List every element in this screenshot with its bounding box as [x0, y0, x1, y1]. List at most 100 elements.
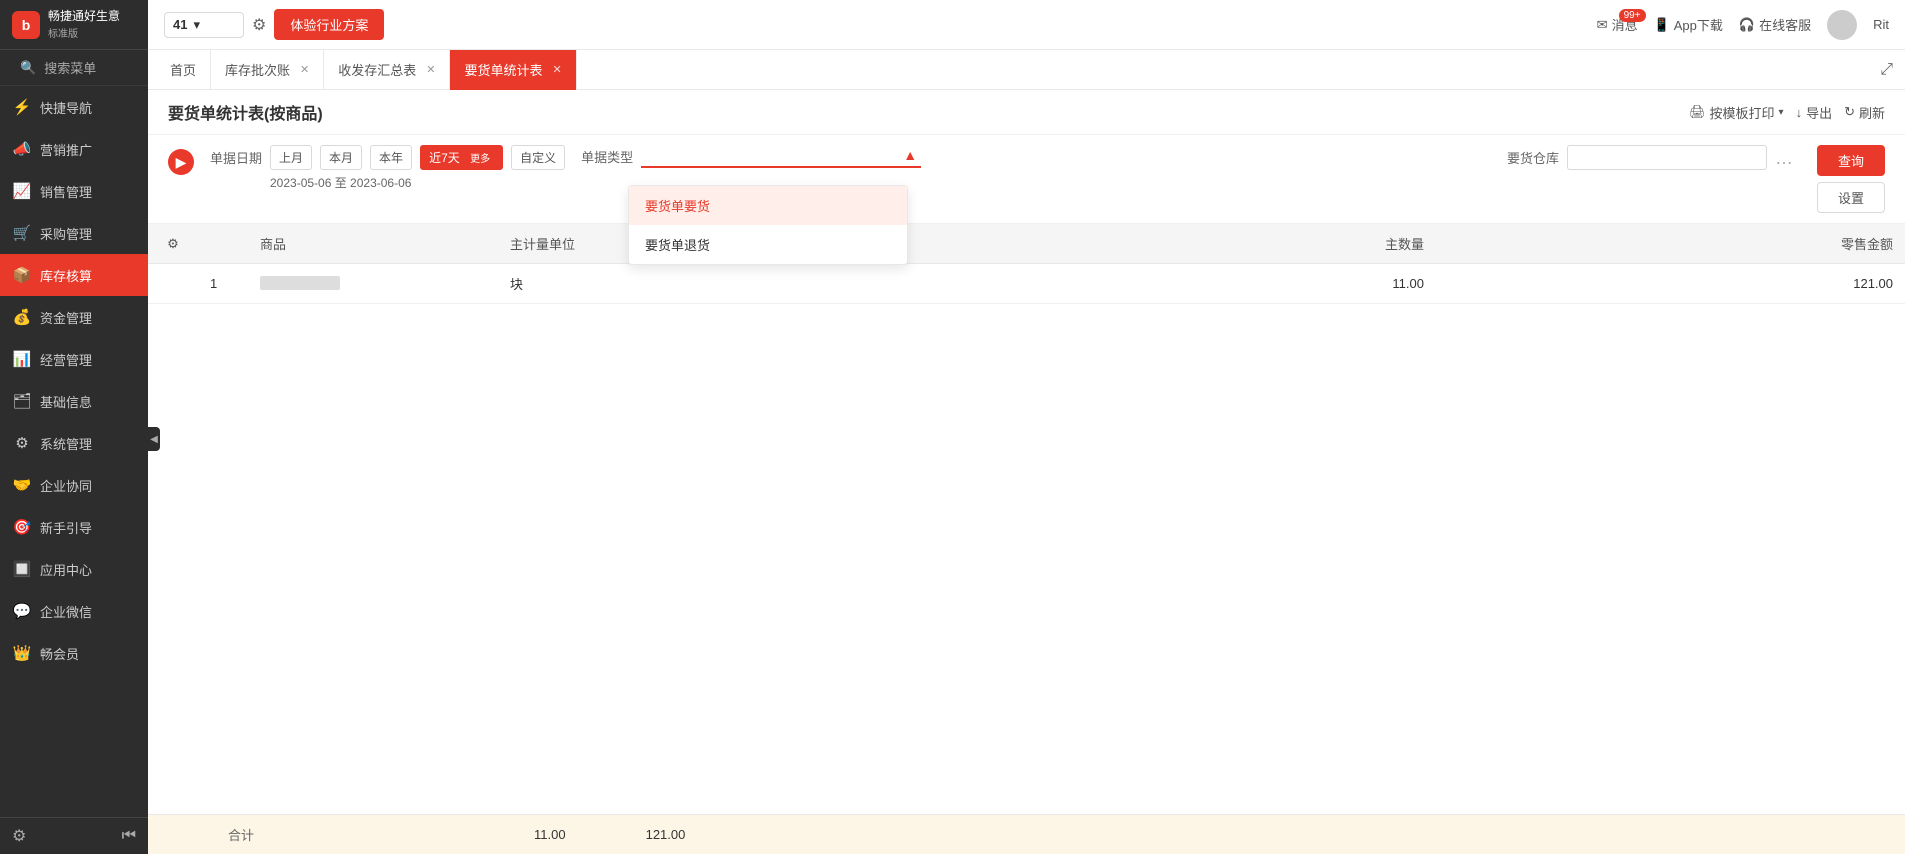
cell-unit: 块	[498, 264, 1047, 304]
sidebar-item-sales[interactable]: 📈 销售管理	[0, 170, 148, 212]
industry-plan-button[interactable]: 体验行业方案	[274, 9, 384, 40]
company-selector[interactable]: 41 ▾	[164, 12, 244, 38]
footer-label: 合计	[228, 825, 254, 844]
doc-type-filter-row: 单据类型 ▲	[581, 145, 921, 168]
sidebar-item-label: 经营管理	[40, 350, 92, 369]
tab-order-summary[interactable]: 要货单统计表 ✕	[450, 50, 576, 90]
date-custom-btn[interactable]: 自定义	[511, 145, 565, 170]
doc-type-filter-group: 单据类型 ▲	[581, 145, 921, 168]
sidebar-item-guide[interactable]: 🎯 新手引导	[0, 506, 148, 548]
date-last-7days-btn[interactable]: 近7天 更多	[420, 145, 503, 170]
more-badge: 更多	[466, 153, 494, 166]
settings-gear-icon[interactable]: ⚙	[12, 826, 26, 846]
date-range-row: 2023-05-06 至 2023-06-06	[210, 174, 565, 191]
sidebar-item-operations[interactable]: 📊 经营管理	[0, 338, 148, 380]
sidebar-item-label: 系统管理	[40, 434, 92, 453]
cell-product	[248, 264, 498, 304]
sidebar-item-quick-nav[interactable]: ⚡ 快捷导航	[0, 86, 148, 128]
date-filter-row: 单据日期 上月 本月 本年 近7天 更多 自定义	[210, 145, 565, 170]
refresh-button[interactable]: ↻ 刷新	[1844, 103, 1885, 122]
sidebar-item-enterprise[interactable]: 🤝 企业协同	[0, 464, 148, 506]
col-quantity: 主数量	[1047, 224, 1436, 264]
warehouse-input[interactable]	[1567, 145, 1767, 170]
search-menu-label: 搜索菜单	[44, 58, 96, 77]
topbar-right: ✉ 消息 99+ 📱 App下载 🎧 在线客服 Rit	[1597, 10, 1889, 40]
sidebar-item-marketing[interactable]: 📣 营销推广	[0, 128, 148, 170]
print-icon: 🖨	[1689, 104, 1706, 120]
chevron-down-icon: ▾	[193, 17, 200, 33]
sidebar-item-finance[interactable]: 💰 资金管理	[0, 296, 148, 338]
user-avatar[interactable]	[1827, 10, 1857, 40]
logo-icon: b	[12, 11, 40, 39]
app-download-label: App下载	[1674, 15, 1723, 34]
tab-receive-summary-close[interactable]: ✕	[426, 63, 435, 76]
tab-inventory-batch[interactable]: 库存批次账 ✕	[211, 50, 324, 90]
operations-icon: 📊	[12, 349, 32, 369]
tab-receive-summary[interactable]: 收发存汇总表 ✕	[324, 50, 450, 90]
inventory-icon: 📦	[12, 265, 32, 285]
warehouse-label: 要货仓库	[1507, 148, 1559, 167]
warehouse-filter-group: 要货仓库 …	[1507, 145, 1793, 170]
message-button[interactable]: ✉ 消息 99+	[1597, 15, 1638, 34]
topbar-left: 41 ▾ ⚙ 体验行业方案	[164, 9, 1585, 40]
app-version: 标准版	[48, 25, 120, 40]
export-icon: ↓	[1796, 105, 1803, 120]
table-header-row: ⚙ 商品 主计量单位 主数量 零售金额	[148, 224, 1905, 264]
query-button[interactable]: 查询	[1817, 145, 1885, 176]
filter-buttons: 查询 设置	[1817, 145, 1885, 213]
page-header: 要货单统计表(按商品) 🖨 按模板打印 ▾ ↓ 导出 ↻ 刷新	[148, 90, 1905, 135]
col-amount: 零售金额	[1436, 224, 1905, 264]
sidebar-item-basic[interactable]: 🗂 基础信息	[0, 380, 148, 422]
col-index	[198, 224, 248, 264]
settings-button[interactable]: 设置	[1817, 182, 1885, 213]
guide-icon: 🎯	[12, 517, 32, 537]
tab-order-summary-close[interactable]: ✕	[553, 63, 562, 76]
username-label: Rit	[1873, 17, 1889, 32]
page-content: 要货单统计表(按商品) 🖨 按模板打印 ▾ ↓ 导出 ↻ 刷新 ▶	[148, 90, 1905, 854]
sidebar-item-inventory[interactable]: 📦 库存核算	[0, 254, 148, 296]
search-icon: 🔍	[20, 60, 36, 76]
app-download-button[interactable]: 📱 App下载	[1654, 15, 1723, 34]
sales-icon: 📈	[12, 181, 32, 201]
date-last-month-btn[interactable]: 上月	[270, 145, 312, 170]
tab-home[interactable]: 首页	[156, 50, 211, 90]
date-this-month-btn[interactable]: 本月	[320, 145, 362, 170]
app-download-icon: 📱	[1654, 17, 1670, 33]
collapse-sidebar-btn[interactable]: ⏮	[122, 827, 136, 845]
service-label: 在线客服	[1759, 15, 1811, 34]
dropdown-item-order-goods[interactable]: 要货单要货	[629, 186, 907, 225]
template-print-button[interactable]: 🖨 按模板打印 ▾	[1689, 103, 1784, 122]
doc-type-arrow[interactable]: ▲	[903, 147, 917, 163]
export-button[interactable]: ↓ 导出	[1796, 103, 1833, 122]
col-settings[interactable]: ⚙	[148, 224, 198, 264]
online-service-button[interactable]: 🎧 在线客服	[1739, 15, 1811, 34]
sidebar-item-member[interactable]: 👑 畅会员	[0, 632, 148, 674]
sidebar-item-purchase[interactable]: 🛒 采购管理	[0, 212, 148, 254]
doc-type-label: 单据类型	[581, 147, 633, 166]
warehouse-more-btn[interactable]: …	[1775, 149, 1793, 167]
topbar: 41 ▾ ⚙ 体验行业方案 ✉ 消息 99+ 📱 App下载 🎧 在线客服 Ri…	[148, 0, 1905, 50]
topbar-gear-icon[interactable]: ⚙	[252, 15, 266, 35]
sidebar-item-system[interactable]: ⚙ 系统管理	[0, 422, 148, 464]
sidebar-item-appstore[interactable]: 🔲 应用中心	[0, 548, 148, 590]
cell-index: 1	[198, 264, 248, 304]
sidebar-item-label: 畅会员	[40, 644, 79, 663]
tab-inventory-batch-close[interactable]: ✕	[300, 63, 309, 76]
footer-amount: 121.00	[646, 827, 686, 842]
tab-expand-button[interactable]: ⤢	[1868, 61, 1905, 79]
wechat-icon: 💬	[12, 601, 32, 621]
sidebar-item-wechat[interactable]: 💬 企业微信	[0, 590, 148, 632]
tab-home-label: 首页	[170, 60, 196, 79]
filter-expand-button[interactable]: ▶	[168, 149, 194, 175]
sidebar-nav: ⚡ 快捷导航 📣 营销推广 📈 销售管理 🛒 采购管理 📦 库存核算 💰 资金管…	[0, 86, 148, 817]
message-icon: ✉	[1597, 17, 1608, 33]
sidebar-item-label: 新手引导	[40, 518, 92, 537]
sidebar-item-label: 企业微信	[40, 602, 92, 621]
doc-type-input[interactable]	[641, 145, 921, 168]
dropdown-item-order-return[interactable]: 要货单退货	[629, 225, 907, 264]
date-this-year-btn[interactable]: 本年	[370, 145, 412, 170]
sidebar-collapse-arrow[interactable]: ◀	[148, 427, 160, 451]
refresh-icon: ↻	[1844, 104, 1855, 120]
table-row: 1 块 11.00 121.00	[148, 264, 1905, 304]
search-menu[interactable]: 🔍 搜索菜单	[0, 50, 148, 86]
